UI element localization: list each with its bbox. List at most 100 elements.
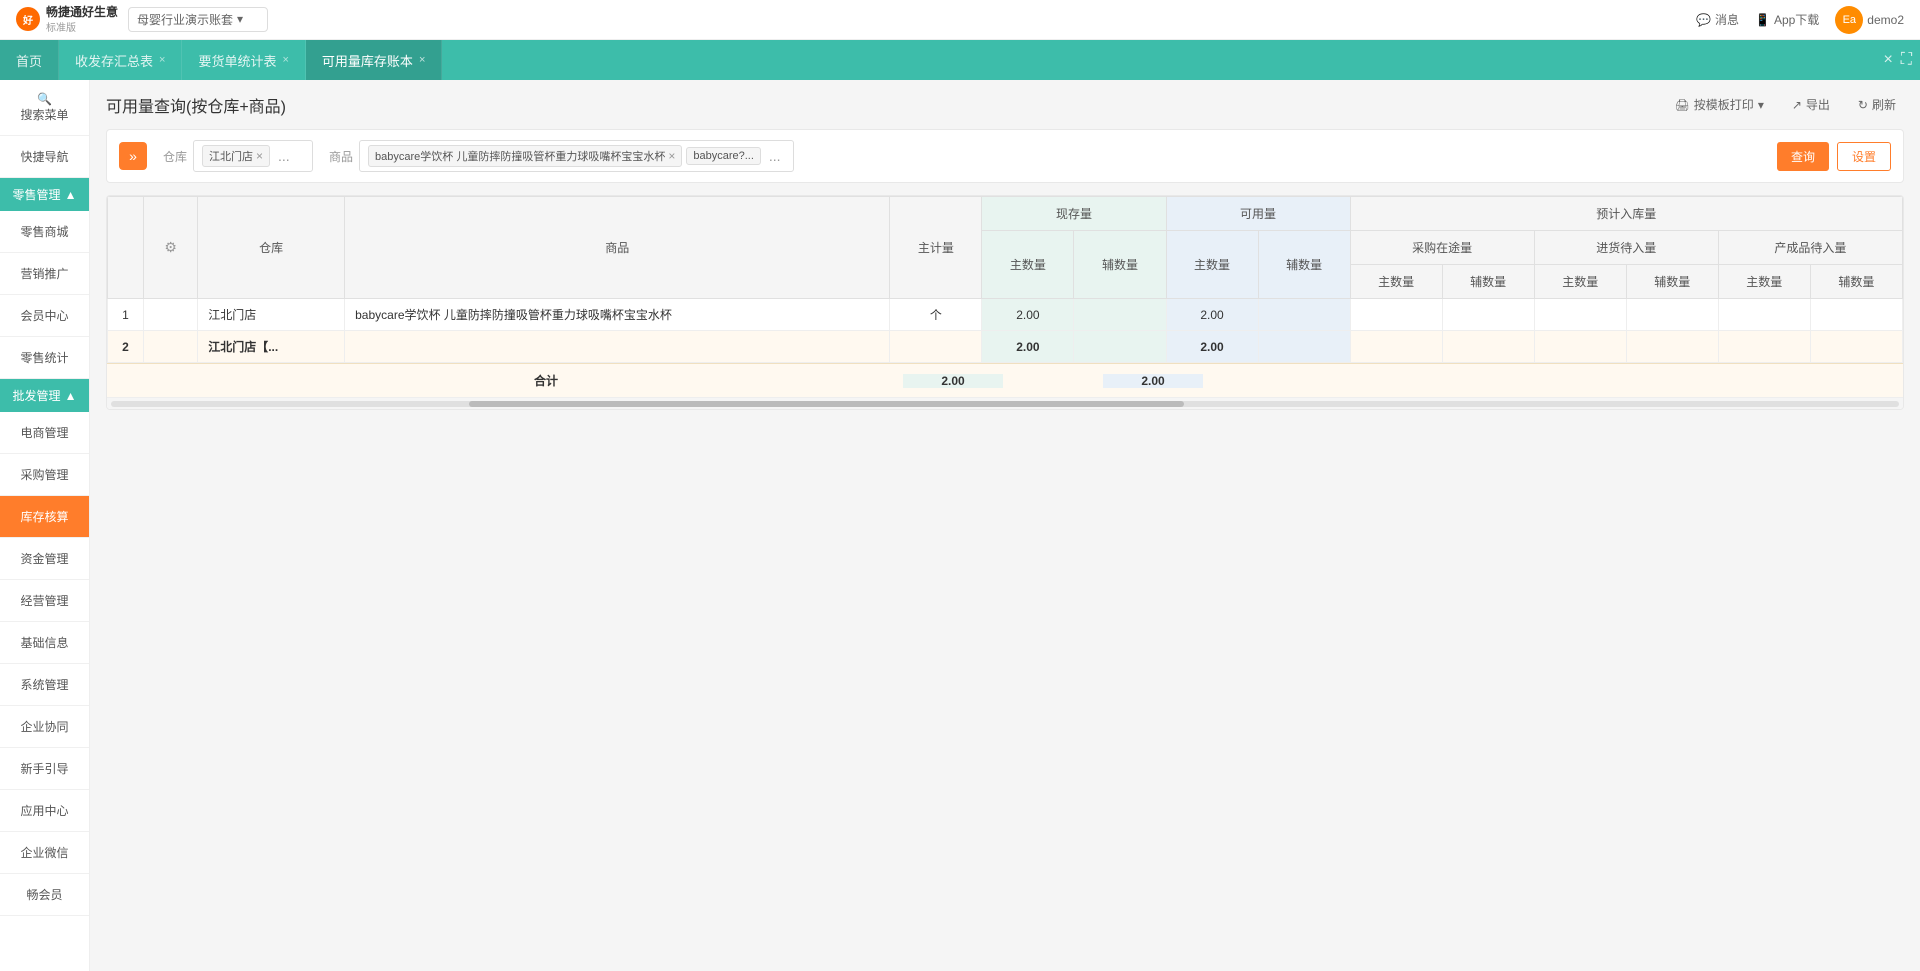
tab-receive-label: 收发存汇总表	[75, 51, 153, 70]
col-warehouse: 仓库	[198, 197, 345, 299]
product-dots[interactable]: ...	[765, 148, 785, 164]
col-production-main: 主数量	[1718, 265, 1810, 299]
sidebar-item-inventory[interactable]: 库存核算	[0, 496, 89, 538]
sidebar-item-member[interactable]: 会员中心	[0, 295, 89, 337]
sidebar-retail-header[interactable]: 零售管理 ▲	[0, 178, 89, 211]
nav-tabs-actions: × ⛶	[1875, 40, 1920, 80]
sidebar-item-vip[interactable]: 畅会员	[0, 874, 89, 916]
sidebar-search-label: 搜索菜单	[20, 108, 68, 122]
tab-order[interactable]: 要货单统计表 ×	[182, 40, 305, 80]
col-avail-main: 主数量	[1166, 231, 1258, 299]
logo-title: 畅捷通好生意	[46, 5, 118, 19]
sidebar-item-wecom[interactable]: 企业微信	[0, 832, 89, 874]
sidebar-item-ecommerce[interactable]: 电商管理	[0, 412, 89, 454]
sidebar-retailstats-label: 零售统计	[20, 351, 68, 365]
sidebar-item-purchase[interactable]: 采购管理	[0, 454, 89, 496]
sidebar-item-retailstats[interactable]: 零售统计	[0, 337, 89, 379]
col-current-main: 主数量	[982, 231, 1074, 299]
scrollbar-track	[111, 401, 1899, 407]
refresh-btn[interactable]: ↻ 刷新	[1850, 92, 1904, 117]
sidebar-item-system[interactable]: 系统管理	[0, 664, 89, 706]
cell-incoming-main2	[1534, 331, 1626, 363]
sidebar-wholesale-header[interactable]: 批发管理 ▲	[0, 379, 89, 412]
sidebar-shop-label: 零售商城	[20, 225, 68, 239]
cell-avail-sub2	[1258, 331, 1350, 363]
product-tag1: babycare学饮杯 儿童防摔防撞吸管杯重力球吸嘴杯宝宝水杯 ×	[368, 145, 682, 167]
sidebar-purchase-label: 采购管理	[20, 468, 68, 482]
product-input[interactable]: babycare学饮杯 儿童防摔防撞吸管杯重力球吸嘴杯宝宝水杯 × babyca…	[359, 140, 794, 172]
cell-current-sub2	[1074, 331, 1166, 363]
tab-fullscreen-icon[interactable]: ⛶	[1901, 51, 1912, 69]
cell-settings	[144, 299, 198, 331]
warehouse-tag-text: 江北门店	[209, 148, 253, 164]
sidebar-finance-label: 资金管理	[20, 552, 68, 566]
app-download-btn[interactable]: 📱 App下载	[1755, 11, 1819, 28]
sidebar-item-operation[interactable]: 经营管理	[0, 580, 89, 622]
cell-product2	[345, 331, 890, 363]
tab-receive-close[interactable]: ×	[159, 54, 165, 66]
warehouse-tag-delete[interactable]: ×	[256, 149, 263, 163]
data-table: ⚙ 仓库 商品 主计量 现存量 可用量 预计入库量 主数量 辅数量 主数量 辅数…	[107, 196, 1903, 363]
cell-mainunit: 个	[890, 299, 982, 331]
refresh-icon: ↻	[1858, 98, 1868, 112]
cell-avail-main: 2.00	[1166, 299, 1258, 331]
col-settings-icon: ⚙	[144, 197, 198, 299]
sidebar-item-guide[interactable]: 新手引导	[0, 748, 89, 790]
tab-receive[interactable]: 收发存汇总表 ×	[59, 40, 182, 80]
sidebar-item-appstore[interactable]: 应用中心	[0, 790, 89, 832]
sidebar-item-enterprise[interactable]: 企业协同	[0, 706, 89, 748]
chevron-up-icon: ▲	[65, 188, 77, 202]
col-mainunit: 主计量	[890, 197, 982, 299]
sidebar-member-label: 会员中心	[20, 309, 68, 323]
cell-incoming-main	[1534, 299, 1626, 331]
tab-order-close[interactable]: ×	[282, 54, 288, 66]
avatar: Ea	[1835, 6, 1863, 34]
filter-toggle-btn[interactable]: »	[119, 142, 147, 170]
col-avail-sub: 辅数量	[1258, 231, 1350, 299]
user-profile[interactable]: Ea demo2	[1835, 6, 1904, 34]
product-tag2-text: babycare?...	[693, 150, 754, 162]
sidebar-item-basic[interactable]: 基础信息	[0, 622, 89, 664]
sidebar-enterprise-label: 企业协同	[20, 720, 68, 734]
warehouse-dots[interactable]: ...	[274, 148, 294, 164]
export-icon: ↗	[1792, 98, 1802, 112]
avatar-initials: Ea	[1843, 14, 1856, 26]
col-incoming-main: 主数量	[1534, 265, 1626, 299]
print-icon: 🖨	[1675, 98, 1690, 112]
sidebar-item-finance[interactable]: 资金管理	[0, 538, 89, 580]
cell-production-sub2	[1810, 331, 1902, 363]
warehouse-filter-group: 仓库 江北门店 × ...	[163, 140, 313, 172]
sidebar-quicknav[interactable]: 快捷导航	[0, 136, 89, 178]
tab-home[interactable]: 首页	[0, 40, 59, 80]
message-icon: 💬	[1696, 13, 1711, 27]
sidebar-marketing-label: 营销推广	[20, 267, 68, 281]
message-btn[interactable]: 💬 消息	[1696, 11, 1739, 28]
tab-available-close[interactable]: ×	[419, 54, 425, 66]
logo-subtitle: 标准版	[46, 19, 118, 34]
export-btn[interactable]: ↗ 导出	[1784, 92, 1838, 117]
industry-selector[interactable]: 母婴行业演示账套 ▾	[128, 7, 268, 32]
warehouse-filter-label: 仓库	[163, 148, 187, 165]
col-product: 商品	[345, 197, 890, 299]
query-button[interactable]: 查询	[1777, 142, 1829, 171]
sidebar-search[interactable]: 🔍 搜索菜单	[0, 80, 89, 136]
cell-warehouse: 江北门店	[198, 299, 345, 331]
sidebar-wholesale-label: 批发管理	[13, 387, 61, 404]
warehouse-input[interactable]: 江北门店 × ...	[193, 140, 313, 172]
tab-available[interactable]: 可用量库存账本 ×	[306, 40, 442, 80]
col-purchase-main: 主数量	[1350, 265, 1442, 299]
print-btn[interactable]: 🖨 按模板打印 ▾	[1667, 92, 1772, 117]
col-production-sub: 辅数量	[1810, 265, 1902, 299]
tab-close-all-icon[interactable]: ×	[1883, 51, 1892, 69]
settings-button[interactable]: 设置	[1837, 142, 1891, 171]
gear-icon[interactable]: ⚙	[164, 239, 177, 255]
cell-current-main: 2.00	[982, 299, 1074, 331]
total-row: 合计 2.00 2.00	[107, 363, 1903, 397]
horizontal-scrollbar[interactable]	[107, 397, 1903, 409]
product-tag1-delete[interactable]: ×	[668, 149, 675, 163]
scrollbar-thumb[interactable]	[469, 401, 1184, 407]
sidebar-item-shop[interactable]: 零售商城	[0, 211, 89, 253]
page-actions: 🖨 按模板打印 ▾ ↗ 导出 ↻ 刷新	[1667, 92, 1904, 117]
top-bar-left: 好 畅捷通好生意 标准版 母婴行业演示账套 ▾	[16, 5, 268, 34]
sidebar-item-marketing[interactable]: 营销推广	[0, 253, 89, 295]
